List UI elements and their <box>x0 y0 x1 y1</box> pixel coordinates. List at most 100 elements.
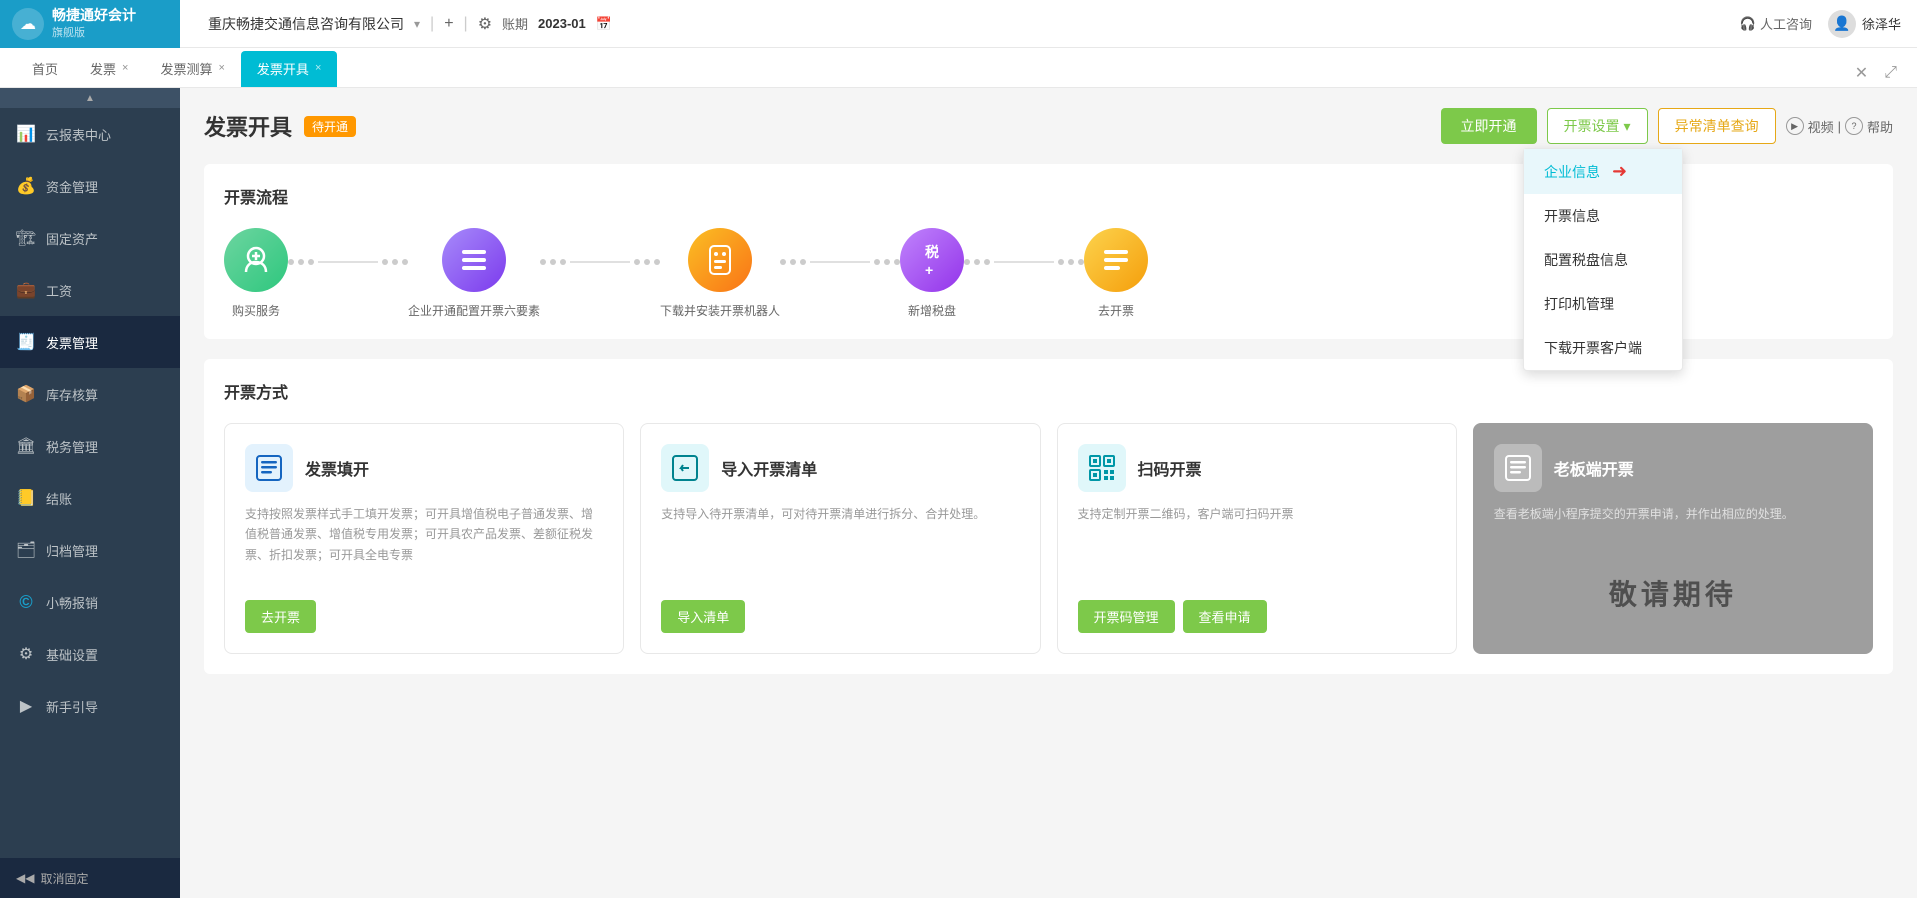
method-scan-qr-button[interactable]: 开票码管理 <box>1078 600 1175 633</box>
headset-icon: 🎧 <box>1740 16 1756 32</box>
dropdown-item-company-info[interactable]: 企业信息 ➜ <box>1524 149 1682 194</box>
window-expand-button[interactable]: ⤢ <box>1880 60 1901 86</box>
xinshouyin-icon: ▶ <box>16 696 36 716</box>
method-import-button[interactable]: 导入清单 <box>661 600 745 633</box>
main-layout: ▲ 📊 云报表中心 💰 资金管理 🏗 固定资产 💼 工资 🧾 发票管理 <box>0 88 1917 898</box>
video-play-icon: ▶ <box>1786 117 1804 135</box>
dropdown-tax-config-label: 配置税盘信息 <box>1544 250 1628 270</box>
content-area: 发票开具 待开通 立即开通 开票设置 ▾ 异常清单查询 ▶ 视频 <box>180 88 1917 898</box>
method-boss-desc: 查看老板端小程序提交的开票申请，并作出相应的处理。 <box>1494 504 1852 584</box>
sidebar-item-yunbao[interactable]: 📊 云报表中心 <box>0 108 180 160</box>
method-boss-header: 老板端开票 <box>1494 444 1852 492</box>
sidebar-yunbao-label: 云报表中心 <box>46 125 111 144</box>
sidebar: ▲ 📊 云报表中心 💰 资金管理 🏗 固定资产 💼 工资 🧾 发票管理 <box>0 88 180 898</box>
sidebar-scroll-up[interactable]: ▲ <box>0 88 180 108</box>
dropdown-item-printer[interactable]: 打印机管理 <box>1524 282 1682 326</box>
content-inner: 发票开具 待开通 立即开通 开票设置 ▾ 异常清单查询 ▶ 视频 <box>180 88 1917 714</box>
sidebar-item-fapiao[interactable]: 🧾 发票管理 <box>0 316 180 368</box>
video-help-divider: ▶ 视频 | ? 帮助 <box>1786 117 1893 136</box>
sidebar-item-xiaochang[interactable]: © 小畅报销 <box>0 576 180 628</box>
dropdown-item-invoice-info[interactable]: 开票信息 <box>1524 194 1682 238</box>
gongzi-icon: 💼 <box>16 280 36 300</box>
settings-dropdown-menu: 企业信息 ➜ 开票信息 配置税盘信息 打印机管理 <box>1523 148 1683 371</box>
header-middle: 重庆畅捷交通信息咨询有限公司 ▾ | + | ⚙ 账期 2023-01 📅 <box>208 14 1728 34</box>
user-area[interactable]: 👤 徐泽华 <box>1828 10 1901 38</box>
method-scan-header: 扫码开票 <box>1078 444 1436 492</box>
flow-connector-4 <box>964 259 1084 289</box>
flow-step-buy-label: 购买服务 <box>232 302 280 319</box>
sidebar-zijin-label: 资金管理 <box>46 177 98 196</box>
logo-text: 畅捷通好会计 <box>52 7 136 24</box>
page-title: 发票开具 <box>204 110 292 142</box>
fapiao-icon: 🧾 <box>16 332 36 352</box>
flow-connector-3 <box>780 259 900 289</box>
header-settings-button[interactable]: ⚙ <box>478 14 492 34</box>
period-label: 账期 <box>502 14 528 33</box>
tab-fapiao-close[interactable]: × <box>122 62 128 74</box>
avatar-icon: 👤 <box>1833 15 1850 32</box>
page-title-area: 发票开具 待开通 <box>204 110 356 142</box>
status-badge: 待开通 <box>304 116 356 137</box>
boss-content: 老板端开票 查看老板端小程序提交的开票申请，并作出相应的处理。 <box>1494 444 1852 584</box>
sidebar-item-zijin[interactable]: 💰 资金管理 <box>0 160 180 212</box>
method-import-title: 导入开票清单 <box>721 456 817 480</box>
method-fill-actions: 去开票 <box>245 600 603 633</box>
header-right: 🎧 人工咨询 👤 徐泽华 <box>1740 10 1901 38</box>
flow-step-buy-icon <box>224 228 288 292</box>
method-card-fill: 发票填开 支持按照发票样式手工填开发票；可开具增值税电子普通发票、增值税普通发票… <box>224 423 624 654</box>
sidebar-bottom-cancel[interactable]: ◀◀ 取消固定 <box>0 858 180 898</box>
flow-step-go-icon <box>1084 228 1148 292</box>
tab-kaiju-close[interactable]: × <box>315 62 321 74</box>
flow-step-tax-icon: 税+ <box>900 228 964 292</box>
company-dropdown-icon[interactable]: ▾ <box>414 17 420 31</box>
tab-bar: 首页 发票 × 发票测算 × 发票开具 × ✕ ⤢ <box>0 48 1917 88</box>
flow-step-config: 企业开通配置开票六要素 <box>408 228 540 319</box>
tab-home[interactable]: 首页 <box>16 51 74 87</box>
sidebar-item-xinshouyin[interactable]: ▶ 新手引导 <box>0 680 180 732</box>
exception-button[interactable]: 异常清单查询 <box>1658 108 1776 144</box>
help-label[interactable]: 帮助 <box>1867 117 1893 136</box>
tab-cesuan[interactable]: 发票测算 × <box>144 51 240 87</box>
calendar-icon[interactable]: 📅 <box>596 16 612 32</box>
flow-step-download-icon <box>688 228 752 292</box>
method-boss-icon <box>1494 444 1542 492</box>
sidebar-item-gongzi[interactable]: 💼 工资 <box>0 264 180 316</box>
window-controls: ✕ ⤢ <box>1851 59 1901 87</box>
tab-fapiao[interactable]: 发票 × <box>74 51 144 87</box>
sidebar-gongzi-label: 工资 <box>46 281 72 300</box>
sidebar-item-guidang[interactable]: 🗂 归档管理 <box>0 524 180 576</box>
period-value: 2023-01 <box>538 16 586 31</box>
add-company-button[interactable]: + <box>444 15 453 33</box>
method-fill-go-button[interactable]: 去开票 <box>245 600 316 633</box>
flow-step-config-icon <box>442 228 506 292</box>
dropdown-item-tax-config[interactable]: 配置税盘信息 <box>1524 238 1682 282</box>
method-import-desc: 支持导入待开票清单，可对待开票清单进行拆分、合并处理。 <box>661 504 1019 584</box>
method-card-import: 导入开票清单 支持导入待开票清单，可对待开票清单进行拆分、合并处理。 导入清单 <box>640 423 1040 654</box>
video-label[interactable]: 视频 <box>1808 117 1834 136</box>
tab-kaiju[interactable]: 发票开具 × <box>241 51 337 87</box>
page-actions: 立即开通 开票设置 ▾ 异常清单查询 ▶ 视频 | ? 帮助 <box>1441 108 1893 144</box>
sidebar-xiaochang-label: 小畅报销 <box>46 593 98 612</box>
logo-subtitle: 旗舰版 <box>52 24 136 40</box>
activate-button[interactable]: 立即开通 <box>1441 108 1537 144</box>
sidebar-item-jiezhang[interactable]: 📒 结账 <box>0 472 180 524</box>
page-header: 发票开具 待开通 立即开通 开票设置 ▾ 异常清单查询 ▶ 视频 <box>204 108 1893 144</box>
methods-grid: 发票填开 支持按照发票样式手工填开发票；可开具增值税电子普通发票、增值税普通发票… <box>224 423 1873 654</box>
company-name[interactable]: 重庆畅捷交通信息咨询有限公司 <box>208 14 404 34</box>
dropdown-item-download-client[interactable]: 下载开票客户端 <box>1524 326 1682 370</box>
method-scan-apply-button[interactable]: 查看申请 <box>1183 600 1267 633</box>
sidebar-shuiwu-label: 税务管理 <box>46 437 98 456</box>
yunbao-icon: 📊 <box>16 124 36 144</box>
sidebar-item-gudingzichan[interactable]: 🏗 固定资产 <box>0 212 180 264</box>
header-divider: | <box>430 15 434 33</box>
sidebar-item-shuiwu[interactable]: 🏛 税务管理 <box>0 420 180 472</box>
tab-cesuan-close[interactable]: × <box>218 62 224 74</box>
settings-button[interactable]: 开票设置 ▾ <box>1547 108 1648 144</box>
sidebar-item-kucun[interactable]: 📦 库存核算 <box>0 368 180 420</box>
consult-button[interactable]: 🎧 人工咨询 <box>1740 14 1812 33</box>
sidebar-item-jichushezhi[interactable]: ⚙ 基础设置 <box>0 628 180 680</box>
flow-step-config-label: 企业开通配置开票六要素 <box>408 302 540 319</box>
settings-dropdown-arrow: ▾ <box>1624 118 1631 135</box>
window-close-button[interactable]: ✕ <box>1851 59 1872 87</box>
sidebar-jichushezhi-label: 基础设置 <box>46 645 98 664</box>
